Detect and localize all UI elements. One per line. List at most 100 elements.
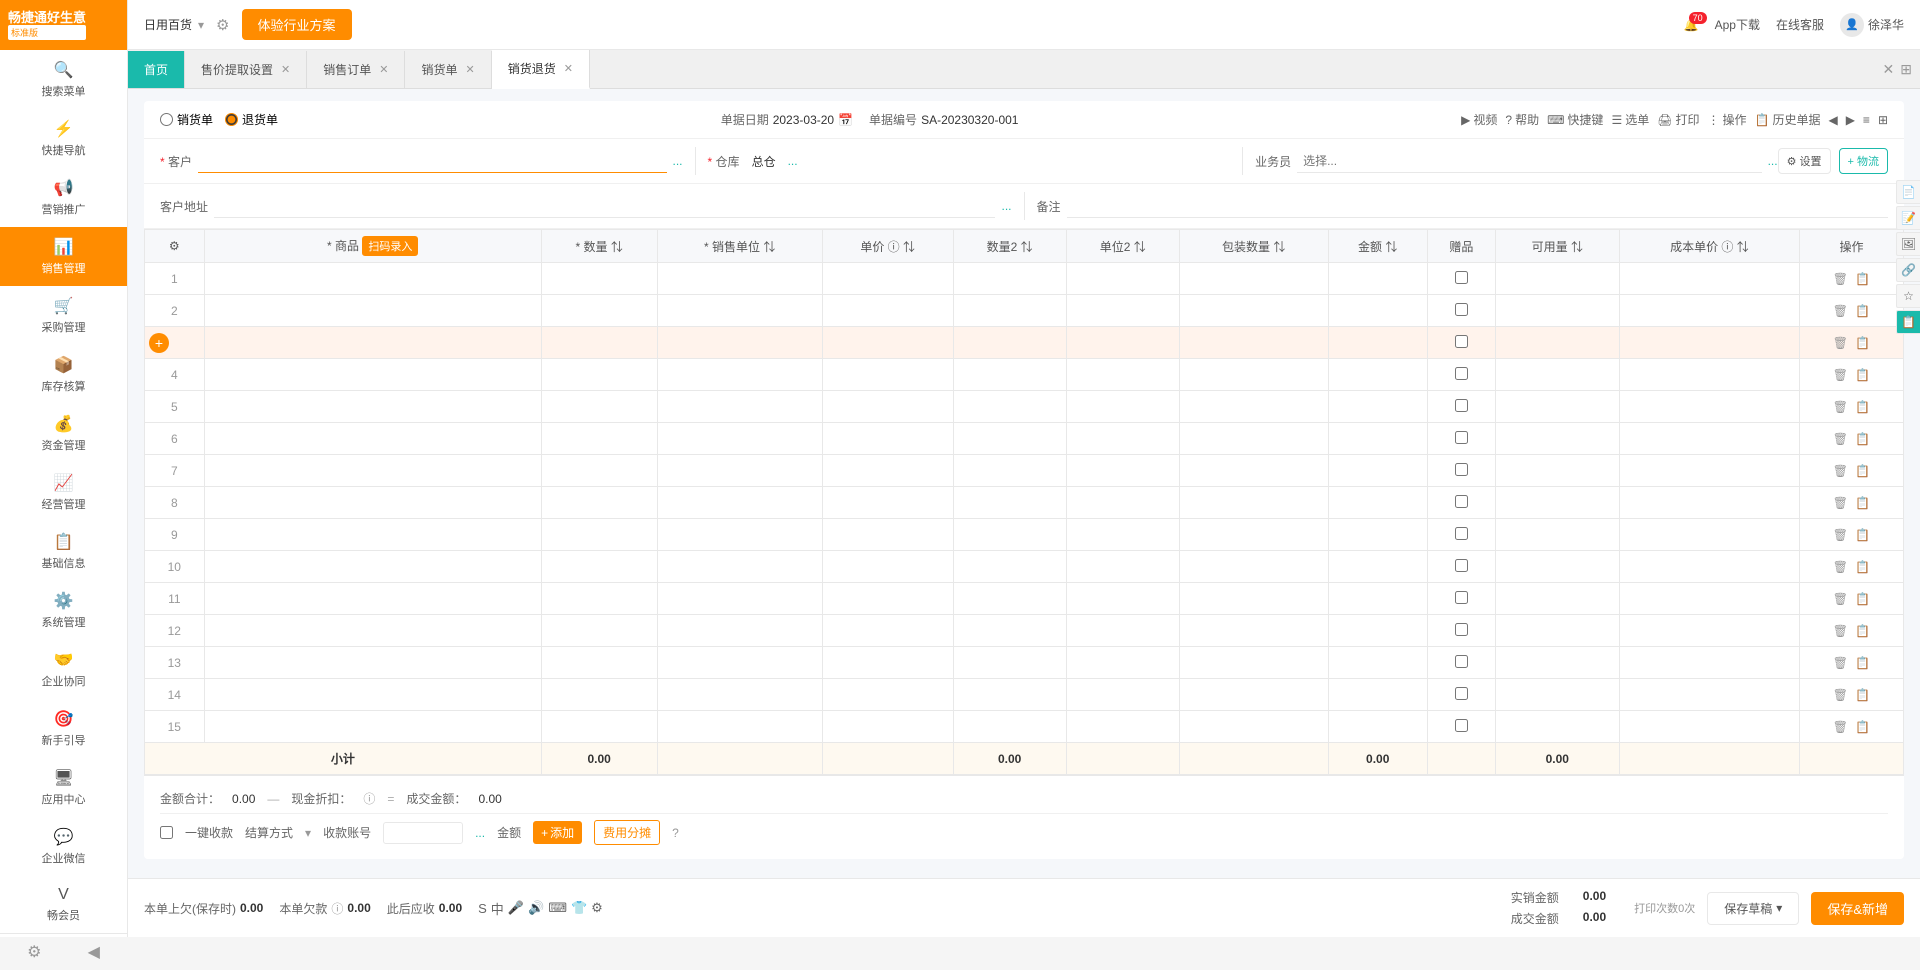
copy-icon-15[interactable]: 📋	[1855, 720, 1870, 734]
row-costprice-5[interactable]	[1619, 391, 1799, 423]
one-key-pay-checkbox[interactable]	[160, 826, 173, 839]
rsp-active-icon[interactable]: 📋	[1896, 310, 1920, 334]
row-available-4[interactable]	[1495, 359, 1619, 391]
sidebar-item-wechat[interactable]: 💬 企业微信	[0, 817, 127, 876]
col-settings[interactable]: ⚙	[145, 230, 205, 263]
radio-return[interactable]: 退货单	[225, 111, 278, 128]
row-qty2-10[interactable]	[953, 551, 1066, 583]
row-unit-14[interactable]	[657, 679, 822, 711]
copy-icon-5[interactable]: 📋	[1855, 400, 1870, 414]
row-price-10[interactable]	[822, 551, 953, 583]
row-qty2-13[interactable]	[953, 647, 1066, 679]
copy-icon-7[interactable]: 📋	[1855, 464, 1870, 478]
row-unit2-1[interactable]	[1066, 263, 1179, 295]
row-goods-3[interactable]	[204, 327, 541, 359]
copy-icon-1[interactable]: 📋	[1855, 272, 1870, 286]
keyboard-icon[interactable]: ⌨	[548, 900, 567, 916]
row-available-2[interactable]	[1495, 295, 1619, 327]
goods-input-2[interactable]	[209, 304, 537, 318]
row-packqty-15[interactable]	[1179, 711, 1328, 743]
row-qty-4[interactable]	[541, 359, 657, 391]
row-qty2-6[interactable]	[953, 423, 1066, 455]
row-unit2-14[interactable]	[1066, 679, 1179, 711]
delete-icon-15[interactable]: 🗑	[1833, 720, 1848, 734]
row-unit-1[interactable]	[657, 263, 822, 295]
sidebar-item-enterprise[interactable]: 🤝 企业协同	[0, 640, 127, 699]
row-qty-6[interactable]	[541, 423, 657, 455]
row-costprice-10[interactable]	[1619, 551, 1799, 583]
row-unit-8[interactable]	[657, 487, 822, 519]
row-goods-10[interactable]	[204, 551, 541, 583]
salesperson-input[interactable]	[1297, 150, 1762, 173]
row-available-11[interactable]	[1495, 583, 1619, 615]
scan-btn[interactable]: 扫码录入	[362, 236, 418, 256]
gift-checkbox-9[interactable]	[1455, 527, 1468, 540]
salesperson-dots[interactable]: ...	[1768, 154, 1778, 168]
row-goods-4[interactable]	[204, 359, 541, 391]
gift-checkbox-10[interactable]	[1455, 559, 1468, 572]
prev-btn[interactable]: ◀	[1828, 113, 1837, 127]
goods-input-12[interactable]	[209, 624, 537, 638]
select-btn[interactable]: ☰ 选单	[1611, 111, 1649, 128]
layout2-btn[interactable]: ⊞	[1878, 113, 1888, 127]
tab-close-all-icon[interactable]: ✕	[1883, 61, 1895, 78]
tab-sale-shipment[interactable]: 销货单 ✕	[405, 51, 491, 88]
row-packqty-6[interactable]	[1179, 423, 1328, 455]
row-qty2-4[interactable]	[953, 359, 1066, 391]
row-available-3[interactable]	[1495, 327, 1619, 359]
row-gift-15[interactable]	[1427, 711, 1495, 743]
row-unit2-11[interactable]	[1066, 583, 1179, 615]
row-price-13[interactable]	[822, 647, 953, 679]
gift-checkbox-3[interactable]	[1455, 335, 1468, 348]
gift-checkbox-6[interactable]	[1455, 431, 1468, 444]
row-qty-11[interactable]	[541, 583, 657, 615]
row-packqty-5[interactable]	[1179, 391, 1328, 423]
delete-icon-14[interactable]: 🗑	[1833, 688, 1848, 702]
goods-input-5[interactable]	[209, 400, 537, 414]
tab-sale-setting-close[interactable]: ✕	[281, 63, 290, 76]
row-qty2-7[interactable]	[953, 455, 1066, 487]
row-unit2-2[interactable]	[1066, 295, 1179, 327]
row-available-14[interactable]	[1495, 679, 1619, 711]
row-amount-4[interactable]	[1328, 359, 1427, 391]
row-price-2[interactable]	[822, 295, 953, 327]
goods-input-3[interactable]	[209, 336, 537, 350]
row-amount-15[interactable]	[1328, 711, 1427, 743]
row-gift-5[interactable]	[1427, 391, 1495, 423]
delete-icon-12[interactable]: 🗑	[1833, 624, 1848, 638]
row-gift-1[interactable]	[1427, 263, 1495, 295]
row-unit2-6[interactable]	[1066, 423, 1179, 455]
notification-bell[interactable]: 🔔 70	[1684, 18, 1699, 32]
copy-icon-9[interactable]: 📋	[1855, 528, 1870, 542]
tab-home[interactable]: 首页	[128, 51, 185, 88]
row-price-4[interactable]	[822, 359, 953, 391]
copy-icon-13[interactable]: 📋	[1855, 656, 1870, 670]
row-costprice-1[interactable]	[1619, 263, 1799, 295]
video-btn[interactable]: ▶ 视频	[1461, 111, 1497, 128]
row-qty-12[interactable]	[541, 615, 657, 647]
row-price-15[interactable]	[822, 711, 953, 743]
copy-icon-3[interactable]: 📋	[1855, 336, 1870, 350]
copy-icon-2[interactable]: 📋	[1855, 304, 1870, 318]
tab-sale-order[interactable]: 销售订单 ✕	[307, 51, 405, 88]
experience-btn[interactable]: 体验行业方案	[242, 9, 352, 40]
goods-input-9[interactable]	[209, 528, 537, 542]
delete-icon-13[interactable]: 🗑	[1833, 656, 1848, 670]
copy-icon-11[interactable]: 📋	[1855, 592, 1870, 606]
row-goods-2[interactable]	[204, 295, 541, 327]
gift-checkbox-12[interactable]	[1455, 623, 1468, 636]
tab-sale-setting[interactable]: 售价提取设置 ✕	[185, 51, 307, 88]
row-available-15[interactable]	[1495, 711, 1619, 743]
row-unit2-8[interactable]	[1066, 487, 1179, 519]
row-unit-11[interactable]	[657, 583, 822, 615]
row-qty-8[interactable]	[541, 487, 657, 519]
row-costprice-4[interactable]	[1619, 359, 1799, 391]
row-qty2-3[interactable]	[953, 327, 1066, 359]
delete-icon-7[interactable]: 🗑	[1833, 464, 1848, 478]
row-qty-15[interactable]	[541, 711, 657, 743]
row-goods-12[interactable]	[204, 615, 541, 647]
gift-checkbox-14[interactable]	[1455, 687, 1468, 700]
row-goods-7[interactable]	[204, 455, 541, 487]
sidebar-item-apps[interactable]: 🖥 应用中心	[0, 758, 127, 817]
tab-expand-icon[interactable]: ⊞	[1900, 61, 1912, 78]
